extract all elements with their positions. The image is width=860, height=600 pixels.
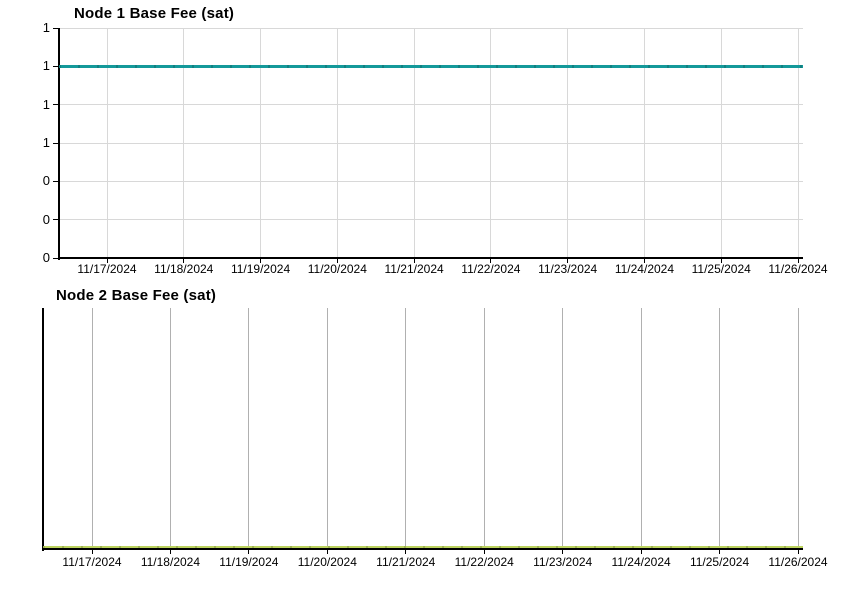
y-tick-label: 1 (42, 20, 50, 35)
y-tick-label: 1 (42, 135, 50, 150)
v-gridline (326, 308, 328, 549)
y-tick-label: 1 (42, 96, 50, 112)
v-gridline (169, 308, 171, 549)
v-gridline (797, 308, 799, 549)
y-axis (58, 28, 60, 260)
x-tick-label: 11/23/2024 (538, 262, 598, 276)
h-gridline (59, 142, 803, 144)
y-axis (42, 308, 44, 551)
y-tick-label: 0 (42, 211, 50, 227)
v-gridline (405, 308, 407, 549)
h-gridline (59, 180, 803, 182)
series-line (43, 546, 803, 548)
v-gridline (248, 308, 250, 549)
series-line (59, 65, 803, 68)
x-tick-label: 11/21/2024 (384, 262, 444, 276)
x-tick-label: 11/18/2024 (154, 262, 214, 276)
y-tick-label: 0 (42, 250, 50, 265)
x-tick-label: 11/26/2024 (768, 262, 828, 276)
x-axis (58, 257, 803, 259)
v-gridline (91, 308, 93, 549)
x-tick-label: 11/20/2024 (297, 555, 357, 569)
v-gridline (640, 308, 642, 549)
x-tick-label: 11/20/2024 (307, 262, 367, 276)
x-tick-label: 11/19/2024 (230, 262, 291, 276)
h-gridline (59, 27, 803, 29)
x-tick-label: 11/19/2024 (219, 555, 279, 569)
node2-chart-title: Node 2 Base Fee (sat) (56, 287, 217, 304)
node1-chart-title: Node 1 Base Fee (sat) (74, 5, 235, 22)
x-tick-label: 11/17/2024 (77, 262, 137, 276)
x-tick-label: 11/21/2024 (376, 555, 436, 569)
v-gridline (483, 308, 485, 549)
x-tick-label: 11/22/2024 (454, 555, 514, 569)
x-axis (42, 548, 803, 550)
x-tick-label: 11/24/2024 (611, 555, 671, 569)
h-gridline (59, 219, 803, 221)
v-gridline (562, 308, 564, 549)
x-tick-label: 11/26/2024 (768, 555, 828, 569)
x-tick-label: 11/24/2024 (614, 262, 675, 276)
y-tick-label: 1 (42, 58, 50, 74)
v-gridline (719, 308, 721, 549)
y-tick-label: 0 (42, 173, 50, 189)
x-tick-label: 11/18/2024 (140, 555, 201, 569)
fee-charts-page: Node 1 Base Fee (sat) 11/17/2024 11/18/20… (0, 0, 860, 600)
x-tick-label: 11/22/2024 (461, 262, 521, 276)
x-tick-label: 11/23/2024 (533, 555, 593, 569)
x-tick-label: 11/25/2024 (689, 555, 750, 569)
h-gridline (59, 104, 803, 106)
x-tick-label: 11/17/2024 (62, 555, 122, 569)
x-tick-label: 11/25/2024 (691, 262, 751, 276)
